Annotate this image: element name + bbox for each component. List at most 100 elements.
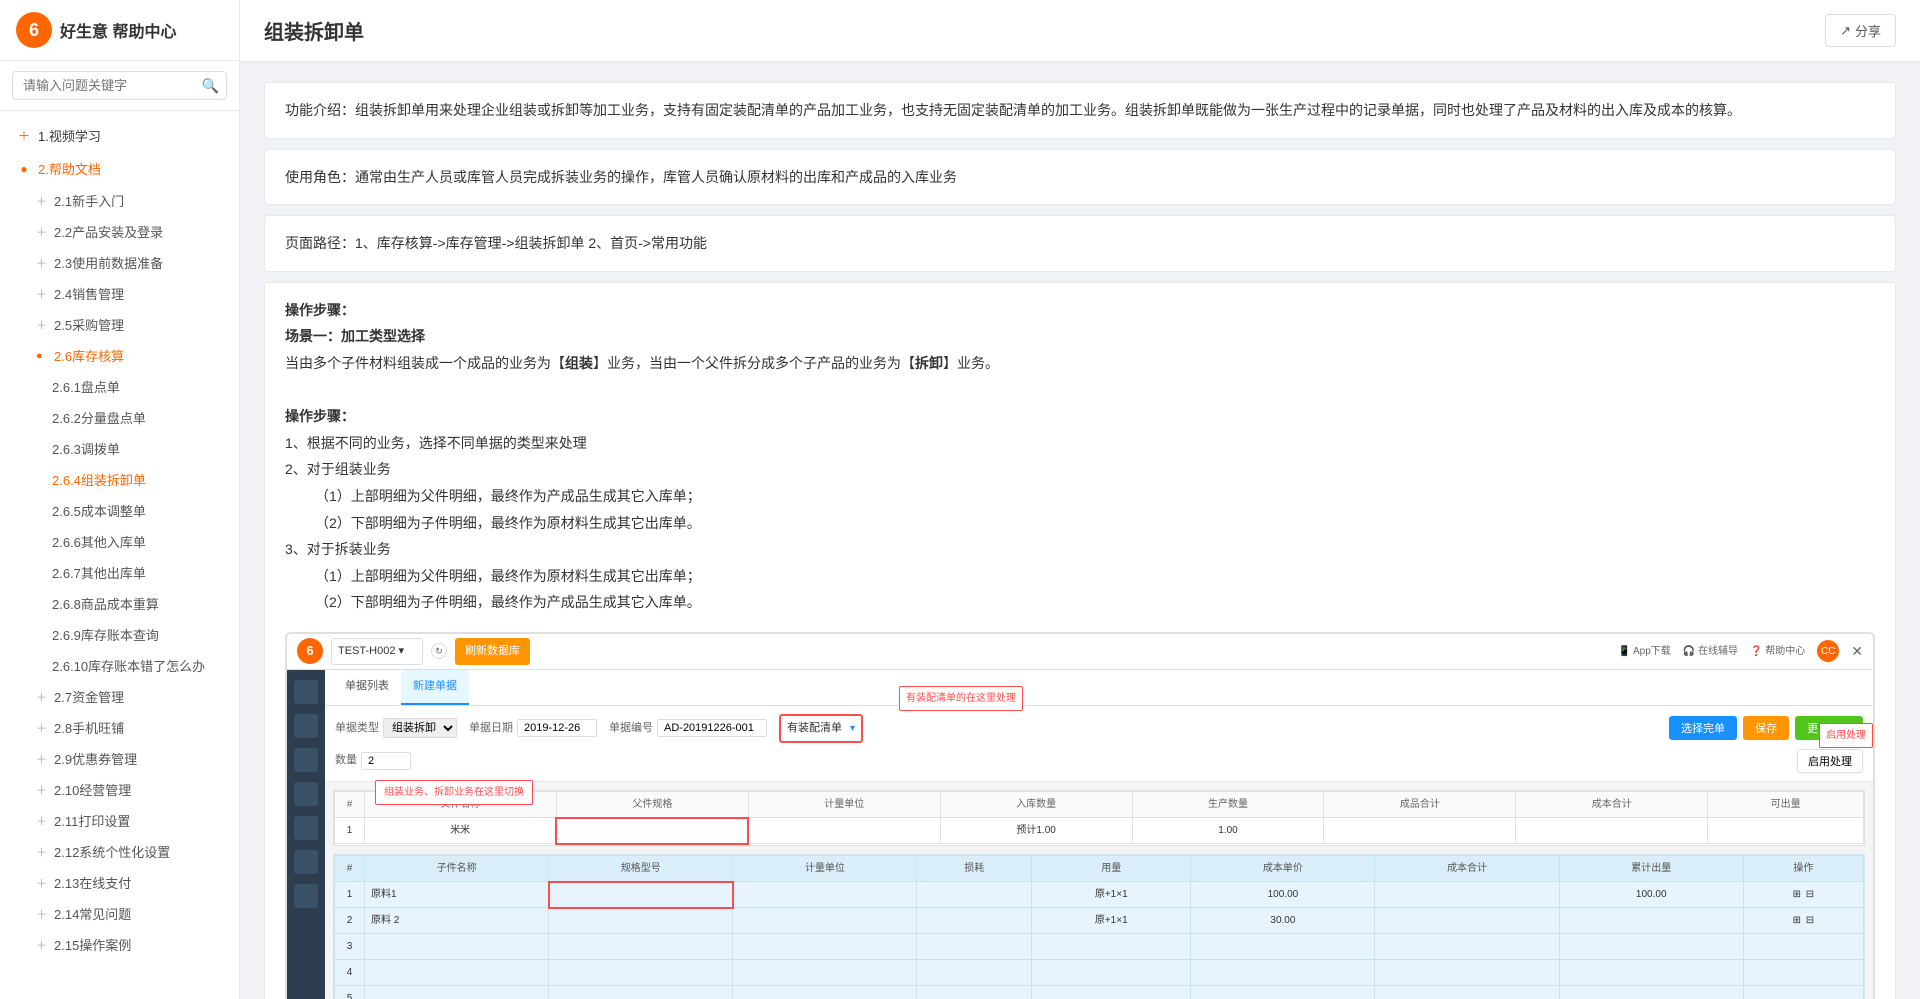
sidebar-item-ops[interactable]: ＋ 2.10经营管理 <box>0 774 239 805</box>
mock-nav-purchase <box>294 782 318 806</box>
expand-icon-sm: ＋ <box>36 224 50 240</box>
sidebar-item-adjust[interactable]: 2.6.3调拨单 <box>0 433 239 464</box>
sidebar-item-inother[interactable]: 2.6.6其他入库单 <box>0 526 239 557</box>
mock-nav-settings <box>294 884 318 908</box>
app-title: 好生意 帮助中心 <box>60 18 176 42</box>
step2-1: （1）上部明细为父件明细，最终作为产成品生成其它入库单； <box>285 483 1875 510</box>
mock-close-icon[interactable]: ✕ <box>1851 638 1863 665</box>
collapse-icon-sm: ● <box>36 350 50 362</box>
sidebar-item-system[interactable]: ＋ 2.12系统个性化设置 <box>0 836 239 867</box>
sidebar-item-inventory[interactable]: ● 2.6库存核算 <box>0 340 239 371</box>
sidebar-item-stockquery[interactable]: 2.6.9库存账本查询 <box>0 619 239 650</box>
mock-lower-table: # 子件名称 规格型号 计量单位 损耗 用量 成本单价 成本合计 <box>334 855 1864 999</box>
sidebar-item-mobile[interactable]: ＋ 2.8手机旺铺 <box>0 712 239 743</box>
mock-doc-date-input[interactable] <box>517 719 597 737</box>
nav-item-video[interactable]: ＋ 1.视频学习 <box>0 119 239 152</box>
mock-doc-no-input[interactable] <box>657 719 767 737</box>
sidebar-item-outother[interactable]: 2.6.7其他出库单 <box>0 557 239 588</box>
mock-nav-finance <box>294 816 318 840</box>
sidebar-item-finance[interactable]: ＋ 2.7资金管理 <box>0 681 239 712</box>
search-button[interactable]: 🔍 <box>202 77 219 94</box>
expand-icon-sm: ＋ <box>36 751 50 767</box>
expand-icon-sm: ＋ <box>36 844 50 860</box>
sidebar-item-stocktake[interactable]: 2.6.1盘点单 <box>0 371 239 402</box>
mock-upper-table-container: # 父件名称 父件规格 计量单位 入库数量 生产数量 成品合计 成本合计 <box>333 790 1865 846</box>
sidebar-item-split[interactable]: 2.6.2分量盘点单 <box>0 402 239 433</box>
mock-doc-type-field: 单据类型 组装拆卸 <box>335 718 457 739</box>
role-section: 使用角色：通常由生产人员或库管人员完成拆装业务的操作，库管人员确认原材料的出库和… <box>264 149 1896 206</box>
mock-tab-list[interactable]: 单据列表 <box>333 670 401 705</box>
sidebar-item-sales[interactable]: ＋ 2.4销售管理 <box>0 278 239 309</box>
expand-icon-sm: ＋ <box>36 906 50 922</box>
mock-qty-input[interactable] <box>361 752 411 770</box>
step3-1: （1）上部明细为父件明细，最终作为原材料生成其它出库单； <box>285 563 1875 590</box>
mock-form-row2: 数量 组装业务、拆卸业务在这里切换 启用处理 启用处理 <box>335 749 1863 773</box>
search-input[interactable] <box>12 71 227 100</box>
mock-doc-type-select[interactable]: 组装拆卸 <box>383 718 457 738</box>
scene1-desc: 当由多个子件材料组装成一个成品的业务为【组装】业务，当由一个父件拆分成多个子产品… <box>285 350 1875 377</box>
sidebar-item-faq[interactable]: ＋ 2.14常见问题 <box>0 898 239 929</box>
search-box[interactable]: 🔍 <box>0 61 239 111</box>
share-button[interactable]: ↗ 分享 <box>1825 14 1896 47</box>
sidebar-item-coupon[interactable]: ＋ 2.9优惠券管理 <box>0 743 239 774</box>
mock-help-center: ❓ 帮助中心 <box>1750 642 1805 661</box>
mock-upper-row-1: 1 米米 预计1.00 1.00 <box>335 818 1864 844</box>
mock-lower-table-container: # 子件名称 规格型号 计量单位 损耗 用量 成本单价 成本合计 <box>333 854 1865 999</box>
step2: 2、对于组装业务 <box>285 456 1875 483</box>
mock-lower-row-2: 2 原料 2 原+1×1 30.00 <box>335 908 1864 934</box>
expand-icon-sm: ＋ <box>36 937 50 953</box>
annotation-assembly: 有装配清单的在这里处理 <box>899 686 1023 711</box>
step3: 3、对于拆装业务 <box>285 536 1875 563</box>
sidebar-item-purchase[interactable]: ＋ 2.5采购管理 <box>0 309 239 340</box>
sidebar-item-cost[interactable]: 2.6.5成本调整单 <box>0 495 239 526</box>
mock-refresh-icon[interactable]: ↻ <box>431 643 447 659</box>
mock-finish-btn[interactable]: 选择完单 <box>1669 716 1737 740</box>
sidebar: 6 好生意 帮助中心 🔍 ＋ 1.视频学习 ● 2.帮助文档 ＋ 2.1新手入门 <box>0 0 240 999</box>
sidebar-item-goodscost[interactable]: 2.6.8商品成本重算 <box>0 588 239 619</box>
expand-icon: ＋ <box>16 128 32 144</box>
mock-row-delete[interactable]: ⊟ <box>1806 889 1814 900</box>
content-area: 功能介绍：组装拆卸单用来处理企业组装或拆卸等加工业务，支持有固定装配清单的产品加… <box>240 62 1920 999</box>
sidebar-item-pay[interactable]: ＋ 2.13在线支付 <box>0 867 239 898</box>
mock-row-copy[interactable]: ⊞ <box>1793 889 1801 900</box>
page-title: 组装拆卸单 <box>264 16 364 45</box>
expand-icon-sm: ＋ <box>36 875 50 891</box>
sidebar-item-stockerr[interactable]: 2.6.10库存账本错了怎么办 <box>0 650 239 681</box>
nav-tree: ＋ 1.视频学习 ● 2.帮助文档 ＋ 2.1新手入门 ＋ 2.2产品安装及登录 <box>0 111 239 999</box>
mock-user-icon: CC <box>1817 640 1839 662</box>
annotation-enable: 启用处理 <box>1819 723 1873 748</box>
sidebar-item-assembly[interactable]: 2.6.4组装拆卸单 <box>0 464 239 495</box>
sidebar-item-new[interactable]: ＋ 2.1新手入门 <box>0 185 239 216</box>
sidebar-item-label: 2.帮助文档 <box>38 159 101 178</box>
mock-online-guide: 🎧 在线辅导 <box>1683 642 1738 661</box>
main-area: 组装拆卸单 ↗ 分享 功能介绍：组装拆卸单用来处理企业组装或拆卸等加工业务，支持… <box>240 0 1920 999</box>
mock-refresh-btn[interactable]: 刷新数据库 <box>455 638 530 665</box>
sidebar-item-cases[interactable]: ＋ 2.15操作案例 <box>0 929 239 960</box>
mock-save-btn[interactable]: 保存 <box>1743 716 1789 740</box>
mock-store-selector: TEST-H002 ▾ <box>331 638 423 665</box>
expand-icon-sm: ＋ <box>36 193 50 209</box>
sidebar-item-label: 1.视频学习 <box>38 126 101 145</box>
logo-icon: 6 <box>16 12 52 48</box>
mock-lower-row-1: 1 原料1 原+1×1 100.00 1 <box>335 882 1864 908</box>
intro-section: 功能介绍：组装拆卸单用来处理企业组装或拆卸等加工业务，支持有固定装配清单的产品加… <box>264 82 1896 139</box>
path-text: 页面路径：1、库存核算->库存管理->组装拆卸单 2、首页->常用功能 <box>285 230 1875 257</box>
expand-icon-sm: ＋ <box>36 720 50 736</box>
mock-tab-new[interactable]: 新建单据 <box>401 670 469 705</box>
nav-item-docs[interactable]: ● 2.帮助文档 ＋ 2.1新手入门 ＋ 2.2产品安装及登录 ＋ 2.3使用前… <box>0 152 239 960</box>
sidebar-header: 6 好生意 帮助中心 <box>0 0 239 61</box>
sidebar-item-install[interactable]: ＋ 2.2产品安装及登录 <box>0 216 239 247</box>
mock-row-delete-2[interactable]: ⊟ <box>1806 915 1814 926</box>
mock-enable-area: 启用处理 启用处理 <box>1797 749 1863 773</box>
sidebar-item-print[interactable]: ＋ 2.11打印设置 <box>0 805 239 836</box>
mock-assembly-type-area: 有装配清单 ▾ 有装配清单的在这里处理 <box>779 714 863 743</box>
expand-icon-sm: ＋ <box>36 255 50 271</box>
scene1-title: 场景一：加工类型选择 <box>285 323 1875 350</box>
mock-enable-btn[interactable]: 启用处理 <box>1797 749 1863 773</box>
sidebar-item-data[interactable]: ＋ 2.3使用前数据准备 <box>0 247 239 278</box>
mock-row-copy-2[interactable]: ⊞ <box>1793 915 1801 926</box>
share-icon: ↗ <box>1840 23 1851 39</box>
mock-qty-field: 数量 <box>335 750 411 771</box>
mock-logo: 6 <box>297 638 323 664</box>
mock-assembly-type-btn[interactable]: 有装配清单 ▾ <box>779 714 863 743</box>
